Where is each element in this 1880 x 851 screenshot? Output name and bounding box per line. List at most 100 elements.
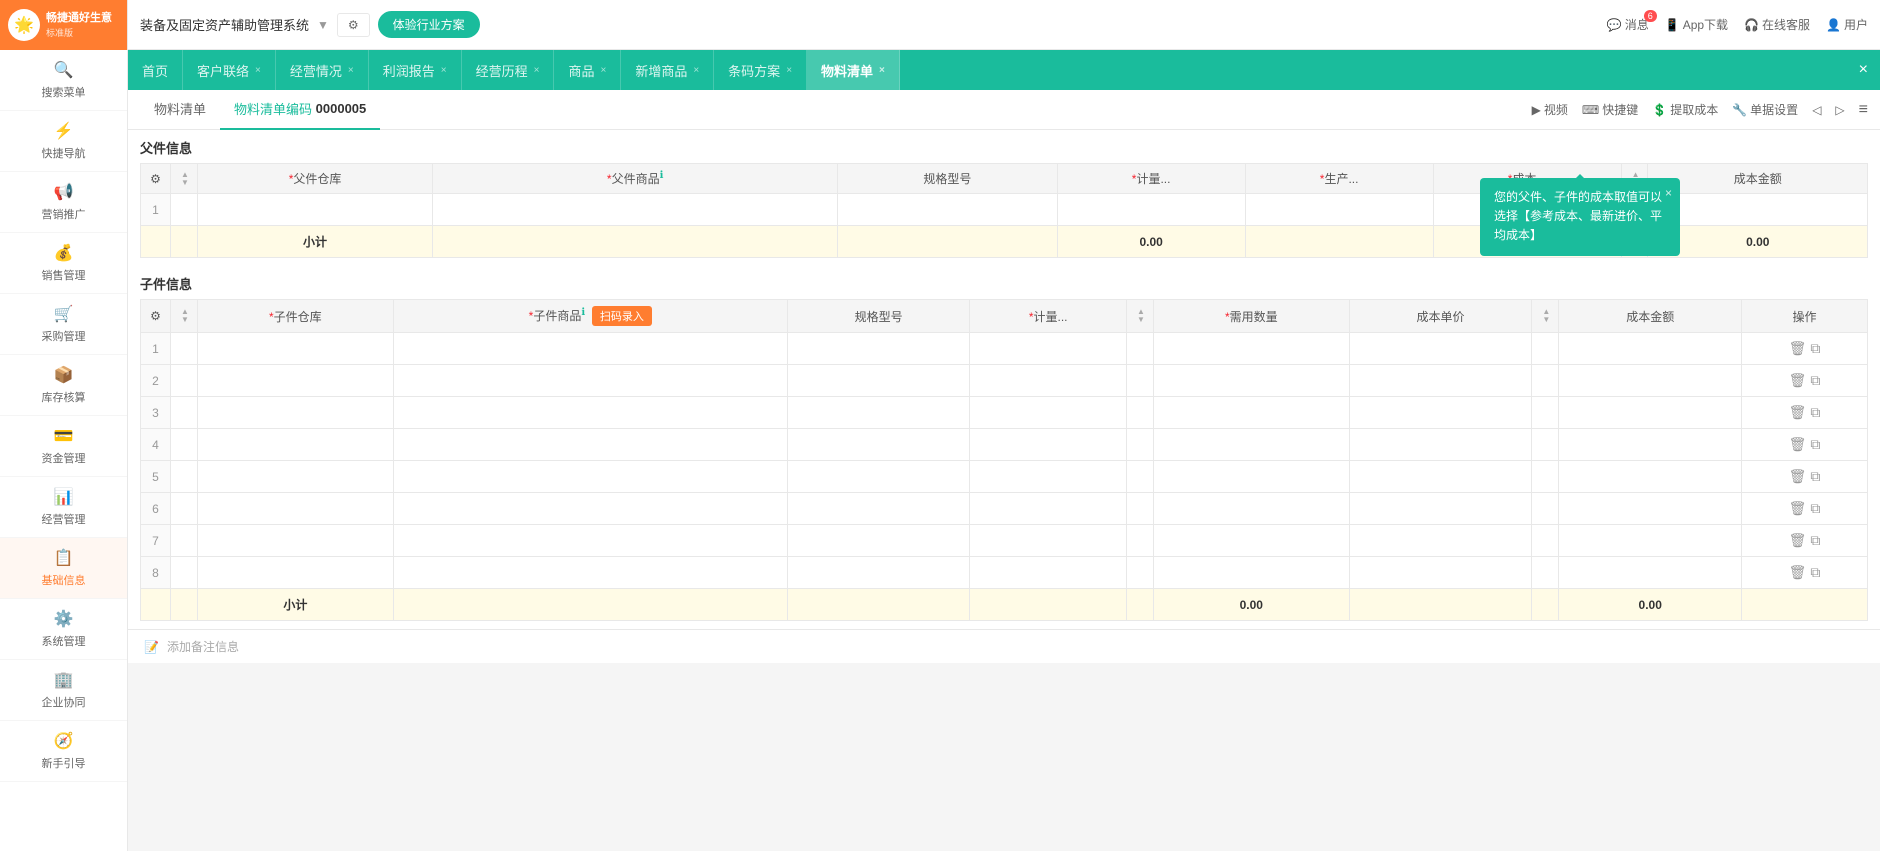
close-profit-tab[interactable]: ×	[441, 65, 447, 76]
list-view-button[interactable]: ≡	[1859, 101, 1868, 119]
user-button[interactable]: 👤 用户	[1826, 16, 1868, 33]
child-row-3-warehouse[interactable]	[197, 397, 393, 429]
delete-row-8-button[interactable]: 🗑	[1789, 564, 1807, 581]
tab-op-history[interactable]: 经营历程 ×	[462, 50, 555, 90]
parent-row-1-unit[interactable]	[1057, 194, 1245, 226]
child-row-8-unit[interactable]	[970, 557, 1127, 589]
child-row-2-quantity[interactable]	[1153, 365, 1349, 397]
close-operation-status-tab[interactable]: ×	[348, 65, 354, 76]
cost-control[interactable]: 💲 提取成本	[1652, 101, 1718, 118]
child-row-7-goods[interactable]	[393, 525, 787, 557]
child-row-3-unit-price[interactable]	[1349, 397, 1532, 429]
child-row-3-spec[interactable]	[787, 397, 970, 429]
child-row-3-quantity[interactable]	[1153, 397, 1349, 429]
delete-row-2-button[interactable]: 🗑	[1789, 372, 1807, 389]
child-row-2-spec[interactable]	[787, 365, 970, 397]
close-add-goods-tab[interactable]: ×	[693, 65, 699, 76]
tab-goods[interactable]: 商品 ×	[554, 50, 621, 90]
view-control[interactable]: ▶ 视频	[1532, 101, 1568, 118]
child-row-5-spec[interactable]	[787, 461, 970, 493]
child-col-gear[interactable]: ⚙	[141, 300, 171, 333]
child-row-4-unit[interactable]	[970, 429, 1127, 461]
app-download-button[interactable]: 📱 App下载	[1665, 16, 1728, 33]
delete-row-4-button[interactable]: 🗑	[1789, 436, 1807, 453]
parent-row-1-spec[interactable]	[838, 194, 1057, 226]
parent-row-1-goods[interactable]	[433, 194, 838, 226]
child-row-2-goods[interactable]	[393, 365, 787, 397]
child-row-5-goods[interactable]	[393, 461, 787, 493]
child-row-8-goods[interactable]	[393, 557, 787, 589]
child-row-5-unit-price[interactable]	[1349, 461, 1532, 493]
settings-control[interactable]: 🔧 单据设置	[1732, 101, 1798, 118]
child-row-1-quantity[interactable]	[1153, 333, 1349, 365]
child-row-8-quantity[interactable]	[1153, 557, 1349, 589]
tooltip-close-button[interactable]: ×	[1665, 184, 1672, 203]
sidebar-item-operation[interactable]: 📊 经营管理	[0, 477, 127, 538]
child-row-6-unit-price[interactable]	[1349, 493, 1532, 525]
trial-button[interactable]: 体验行业方案	[378, 11, 480, 38]
message-button[interactable]: 💬 6 消息	[1607, 16, 1649, 33]
sidebar-item-search[interactable]: 🔍 搜索菜单	[0, 50, 127, 111]
delete-row-3-button[interactable]: 🗑	[1789, 404, 1807, 421]
child-row-7-unit[interactable]	[970, 525, 1127, 557]
child-row-1-unit-price[interactable]	[1349, 333, 1532, 365]
sidebar-item-marketing[interactable]: 📢 营销推广	[0, 172, 127, 233]
copy-row-6-button[interactable]: ⧉	[1810, 500, 1820, 517]
child-row-5-warehouse[interactable]	[197, 461, 393, 493]
child-row-2-unit-price[interactable]	[1349, 365, 1532, 397]
close-bom-tab[interactable]: ×	[879, 65, 885, 76]
child-row-4-warehouse[interactable]	[197, 429, 393, 461]
copy-row-4-button[interactable]: ⧉	[1810, 436, 1820, 453]
child-row-1-unit[interactable]	[970, 333, 1127, 365]
child-row-8-unit-price[interactable]	[1349, 557, 1532, 589]
dropdown-icon[interactable]: ▼	[317, 18, 329, 32]
sidebar-item-corp[interactable]: 🏢 企业协同	[0, 660, 127, 721]
copy-row-5-button[interactable]: ⧉	[1810, 468, 1820, 485]
parent-col-gear[interactable]: ⚙	[141, 164, 171, 194]
tab-customer[interactable]: 客户联络 ×	[183, 50, 276, 90]
parent-row-1-production[interactable]	[1245, 194, 1433, 226]
copy-row-2-button[interactable]: ⧉	[1810, 372, 1820, 389]
child-row-5-unit[interactable]	[970, 461, 1127, 493]
child-row-6-quantity[interactable]	[1153, 493, 1349, 525]
sidebar-item-purchase[interactable]: 🛒 采购管理	[0, 294, 127, 355]
child-row-7-unit-price[interactable]	[1349, 525, 1532, 557]
child-row-7-warehouse[interactable]	[197, 525, 393, 557]
tab-home[interactable]: 首页	[128, 50, 183, 90]
child-row-1-goods[interactable]	[393, 333, 787, 365]
tab-operation-status[interactable]: 经营情况 ×	[276, 50, 369, 90]
prev-nav-button[interactable]: ◁	[1812, 103, 1821, 117]
child-row-8-warehouse[interactable]	[197, 557, 393, 589]
scan-input-button[interactable]: 扫码录入	[592, 306, 652, 326]
child-row-8-spec[interactable]	[787, 557, 970, 589]
child-row-6-unit[interactable]	[970, 493, 1127, 525]
close-goods-tab[interactable]: ×	[600, 65, 606, 76]
online-service-button[interactable]: 🎧 在线客服	[1744, 16, 1810, 33]
child-row-4-spec[interactable]	[787, 429, 970, 461]
sidebar-item-fast-nav[interactable]: ⚡ 快捷导航	[0, 111, 127, 172]
tab-add-goods[interactable]: 新增商品 ×	[621, 50, 714, 90]
close-barcode-tab[interactable]: ×	[786, 65, 792, 76]
sidebar-item-system[interactable]: ⚙️ 系统管理	[0, 599, 127, 660]
copy-row-3-button[interactable]: ⧉	[1810, 404, 1820, 421]
child-row-3-unit[interactable]	[970, 397, 1127, 429]
child-row-4-goods[interactable]	[393, 429, 787, 461]
child-row-5-quantity[interactable]	[1153, 461, 1349, 493]
delete-row-5-button[interactable]: 🗑	[1789, 468, 1807, 485]
child-row-7-spec[interactable]	[787, 525, 970, 557]
child-row-4-unit-price[interactable]	[1349, 429, 1532, 461]
copy-row-8-button[interactable]: ⧉	[1810, 564, 1820, 581]
delete-row-1-button[interactable]: 🗑	[1789, 340, 1807, 357]
delete-row-6-button[interactable]: 🗑	[1789, 500, 1807, 517]
child-row-3-goods[interactable]	[393, 397, 787, 429]
child-row-6-goods[interactable]	[393, 493, 787, 525]
sidebar-item-sales[interactable]: 💰 销售管理	[0, 233, 127, 294]
copy-row-7-button[interactable]: ⧉	[1810, 532, 1820, 549]
copy-row-1-button[interactable]: ⧉	[1810, 340, 1820, 357]
subtab-bom-code[interactable]: 物料清单编码 0000005	[220, 90, 380, 130]
gear-button[interactable]: ⚙	[337, 13, 370, 37]
close-customer-tab[interactable]: ×	[255, 65, 261, 76]
child-row-1-warehouse[interactable]	[197, 333, 393, 365]
child-row-6-spec[interactable]	[787, 493, 970, 525]
tab-bom[interactable]: 物料清单 ×	[807, 50, 900, 90]
